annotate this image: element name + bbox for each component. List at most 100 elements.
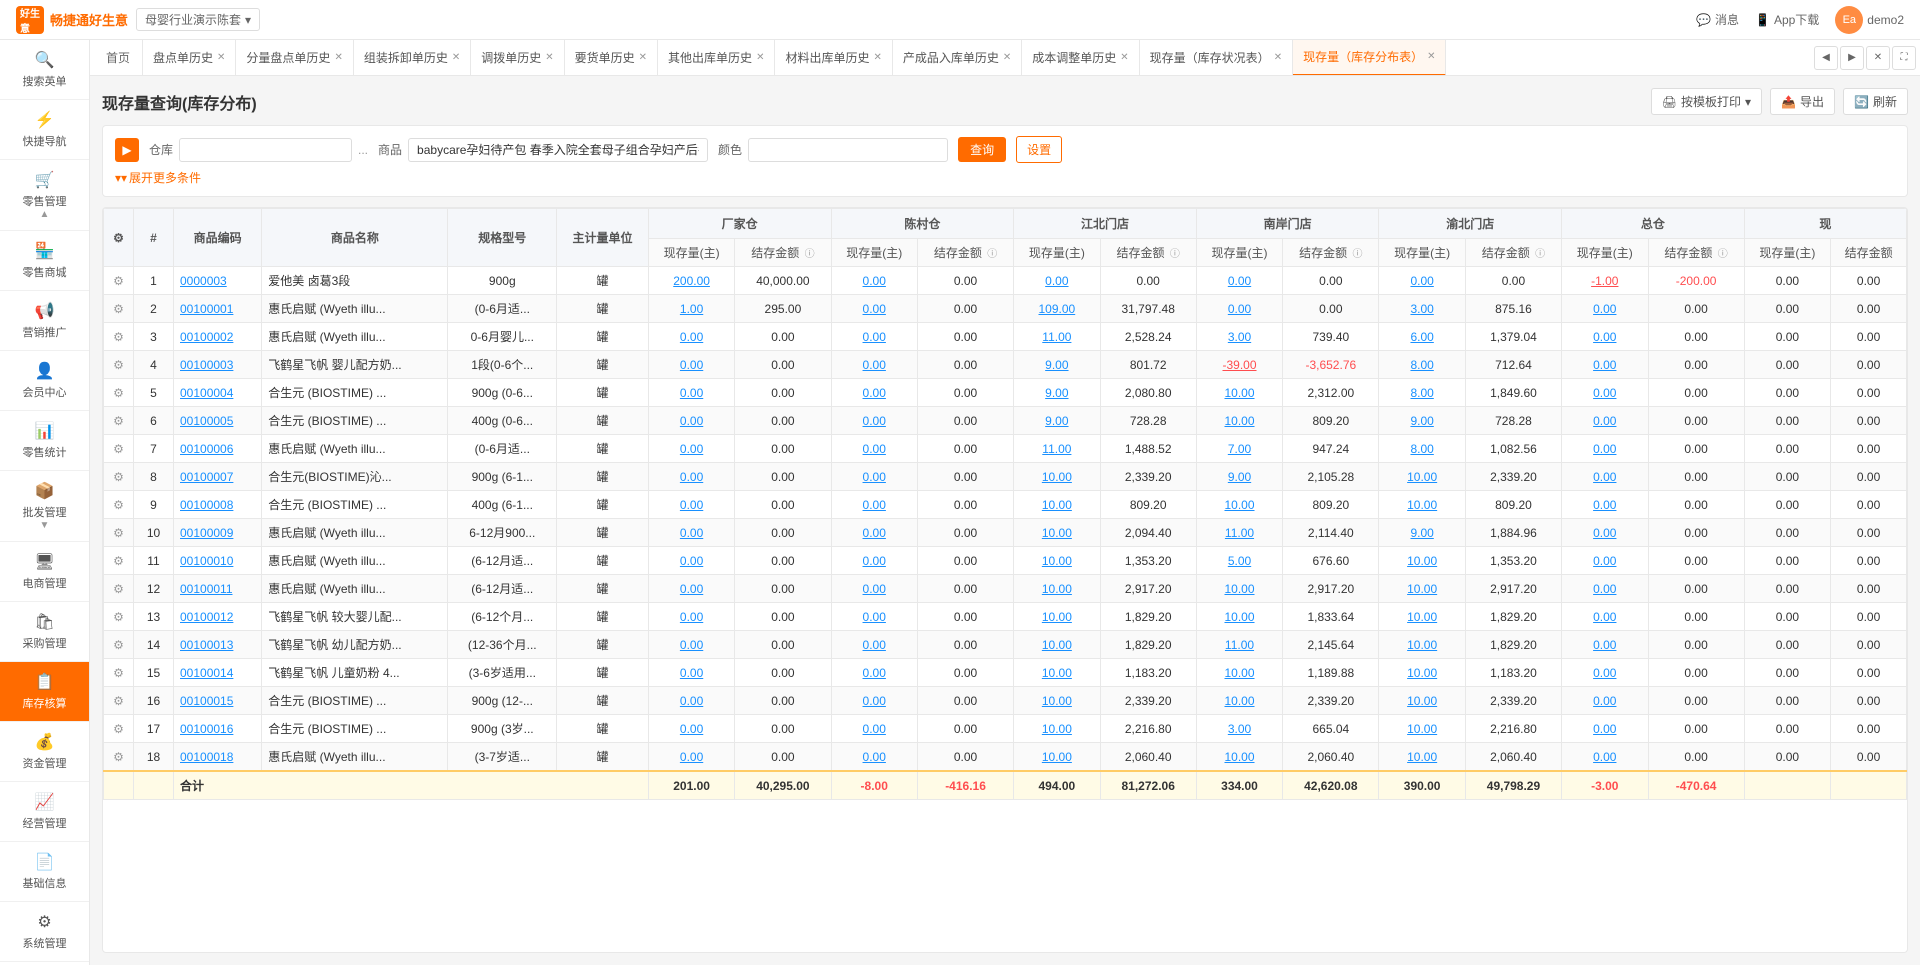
row-total-stock[interactable]: 0.00 xyxy=(1562,687,1648,715)
row-chen-stock[interactable]: 0.00 xyxy=(831,463,917,491)
app-download-btn[interactable]: 📱 App下载 xyxy=(1755,11,1819,28)
row-yubei-stock[interactable]: 10.00 xyxy=(1379,547,1465,575)
row-code[interactable]: 00100010 xyxy=(174,547,262,575)
row-yubei-stock[interactable]: 10.00 xyxy=(1379,575,1465,603)
row-gear-icon[interactable]: ⚙ xyxy=(104,519,134,547)
row-factory-stock[interactable]: 0.00 xyxy=(648,435,734,463)
row-factory-stock[interactable]: 0.00 xyxy=(648,687,734,715)
row-nanyan-stock[interactable]: 3.00 xyxy=(1196,323,1282,351)
row-jiangbei-stock[interactable]: 10.00 xyxy=(1014,603,1100,631)
user-area[interactable]: Ea demo2 xyxy=(1835,6,1904,34)
tab-close-all-btn[interactable]: ✕ xyxy=(1866,46,1890,70)
row-nanyan-stock[interactable]: 7.00 xyxy=(1196,435,1282,463)
tab-close-product-in[interactable]: ✕ xyxy=(1003,52,1011,63)
row-jiangbei-stock[interactable]: 11.00 xyxy=(1014,435,1100,463)
row-factory-stock[interactable]: 0.00 xyxy=(648,631,734,659)
row-yubei-stock[interactable]: 8.00 xyxy=(1379,435,1465,463)
sidebar-item-retail-stats[interactable]: 📊 零售统计 xyxy=(0,411,89,471)
row-gear-icon[interactable]: ⚙ xyxy=(104,631,134,659)
row-code[interactable]: 00100005 xyxy=(174,407,262,435)
row-jiangbei-stock[interactable]: 10.00 xyxy=(1014,491,1100,519)
tab-close-transfer[interactable]: ✕ xyxy=(545,52,553,63)
row-factory-stock[interactable]: 0.00 xyxy=(648,379,734,407)
tab-product-in[interactable]: 产成品入库单历史 ✕ xyxy=(893,40,1022,76)
row-nanyan-stock[interactable]: 10.00 xyxy=(1196,743,1282,772)
row-chen-stock[interactable]: 0.00 xyxy=(831,659,917,687)
row-factory-stock[interactable]: 0.00 xyxy=(648,519,734,547)
row-factory-stock[interactable]: 0.00 xyxy=(648,323,734,351)
warehouse-input[interactable] xyxy=(179,138,352,162)
sidebar-item-purchase[interactable]: 🛍 采购管理 xyxy=(0,602,89,662)
row-code[interactable]: 00100016 xyxy=(174,715,262,743)
row-code[interactable]: 00100018 xyxy=(174,743,262,772)
row-total-stock[interactable]: 0.00 xyxy=(1562,351,1648,379)
tab-split-count[interactable]: 分量盘点单历史 ✕ xyxy=(236,40,353,76)
row-nanyan-stock[interactable]: 5.00 xyxy=(1196,547,1282,575)
tab-close-material-out[interactable]: ✕ xyxy=(873,52,881,63)
row-jiangbei-stock[interactable]: 10.00 xyxy=(1014,519,1100,547)
row-total-stock[interactable]: 0.00 xyxy=(1562,463,1648,491)
row-total-stock[interactable]: 0.00 xyxy=(1562,407,1648,435)
row-factory-stock[interactable]: 0.00 xyxy=(648,715,734,743)
row-gear-icon[interactable]: ⚙ xyxy=(104,715,134,743)
query-btn[interactable]: 查询 xyxy=(958,137,1006,162)
tab-close-other-out[interactable]: ✕ xyxy=(756,52,764,63)
row-jiangbei-stock[interactable]: 11.00 xyxy=(1014,323,1100,351)
sidebar-item-finance[interactable]: 💰 资金管理 xyxy=(0,722,89,782)
row-jiangbei-stock[interactable]: 10.00 xyxy=(1014,687,1100,715)
row-total-stock[interactable]: 0.00 xyxy=(1562,379,1648,407)
row-factory-stock[interactable]: 0.00 xyxy=(648,659,734,687)
sidebar-item-retail[interactable]: 🛒 零售管理 ▲ xyxy=(0,160,89,231)
row-factory-stock[interactable]: 0.00 xyxy=(648,547,734,575)
row-chen-stock[interactable]: 0.00 xyxy=(831,631,917,659)
row-nanyan-stock[interactable]: 11.00 xyxy=(1196,631,1282,659)
row-jiangbei-stock[interactable]: 9.00 xyxy=(1014,351,1100,379)
row-jiangbei-stock[interactable]: 9.00 xyxy=(1014,407,1100,435)
row-gear-icon[interactable]: ⚙ xyxy=(104,547,134,575)
row-jiangbei-stock[interactable]: 10.00 xyxy=(1014,631,1100,659)
sidebar-item-system[interactable]: ⚙ 系统管理 xyxy=(0,902,89,962)
filter-toggle-btn[interactable]: ▶ xyxy=(115,138,139,162)
row-nanyan-stock[interactable]: 0.00 xyxy=(1196,267,1282,295)
row-code[interactable]: 00100013 xyxy=(174,631,262,659)
row-gear-icon[interactable]: ⚙ xyxy=(104,267,134,295)
row-jiangbei-stock[interactable]: 0.00 xyxy=(1014,267,1100,295)
tab-stock-dist[interactable]: 现存量（库存分布表） ✕ xyxy=(1293,40,1446,76)
refresh-btn[interactable]: 🔄 刷新 xyxy=(1843,88,1908,115)
row-total-stock[interactable]: 0.00 xyxy=(1562,435,1648,463)
print-btn[interactable]: 🖨 按模板打印 ▾ xyxy=(1651,88,1762,115)
row-factory-stock[interactable]: 0.00 xyxy=(648,743,734,772)
row-jiangbei-stock[interactable]: 10.00 xyxy=(1014,715,1100,743)
row-code[interactable]: 00100008 xyxy=(174,491,262,519)
row-gear-icon[interactable]: ⚙ xyxy=(104,379,134,407)
row-gear-icon[interactable]: ⚙ xyxy=(104,491,134,519)
tab-order[interactable]: 要货单历史 ✕ xyxy=(565,40,658,76)
row-total-stock[interactable]: -1.00 xyxy=(1562,267,1648,295)
warehouse-dots[interactable]: ... xyxy=(358,143,368,157)
row-factory-stock[interactable]: 0.00 xyxy=(648,351,734,379)
row-yubei-stock[interactable]: 10.00 xyxy=(1379,687,1465,715)
row-factory-stock[interactable]: 0.00 xyxy=(648,575,734,603)
row-chen-stock[interactable]: 0.00 xyxy=(831,435,917,463)
tab-close-assemble[interactable]: ✕ xyxy=(452,52,460,63)
sidebar-item-shortcuts[interactable]: ⚡ 快捷导航 xyxy=(0,100,89,160)
tab-inventory-count[interactable]: 盘点单历史 ✕ xyxy=(143,40,236,76)
row-chen-stock[interactable]: 0.00 xyxy=(831,323,917,351)
export-btn[interactable]: 📤 导出 xyxy=(1770,88,1835,115)
tab-prev-btn[interactable]: ◀ xyxy=(1814,46,1838,70)
row-code[interactable]: 00100006 xyxy=(174,435,262,463)
sidebar-item-wholesale[interactable]: 📦 批发管理 ▼ xyxy=(0,471,89,542)
row-jiangbei-stock[interactable]: 9.00 xyxy=(1014,379,1100,407)
row-jiangbei-stock[interactable]: 10.00 xyxy=(1014,547,1100,575)
row-nanyan-stock[interactable]: 0.00 xyxy=(1196,295,1282,323)
row-nanyan-stock[interactable]: -39.00 xyxy=(1196,351,1282,379)
sidebar-item-inventory[interactable]: 📋 库存核算 xyxy=(0,662,89,722)
row-jiangbei-stock[interactable]: 10.00 xyxy=(1014,743,1100,772)
row-total-stock[interactable]: 0.00 xyxy=(1562,323,1648,351)
row-nanyan-stock[interactable]: 3.00 xyxy=(1196,715,1282,743)
sidebar-item-search[interactable]: 🔍 搜索英单 xyxy=(0,40,89,100)
row-total-stock[interactable]: 0.00 xyxy=(1562,295,1648,323)
row-code[interactable]: 00100007 xyxy=(174,463,262,491)
row-yubei-stock[interactable]: 0.00 xyxy=(1379,267,1465,295)
row-gear-icon[interactable]: ⚙ xyxy=(104,463,134,491)
